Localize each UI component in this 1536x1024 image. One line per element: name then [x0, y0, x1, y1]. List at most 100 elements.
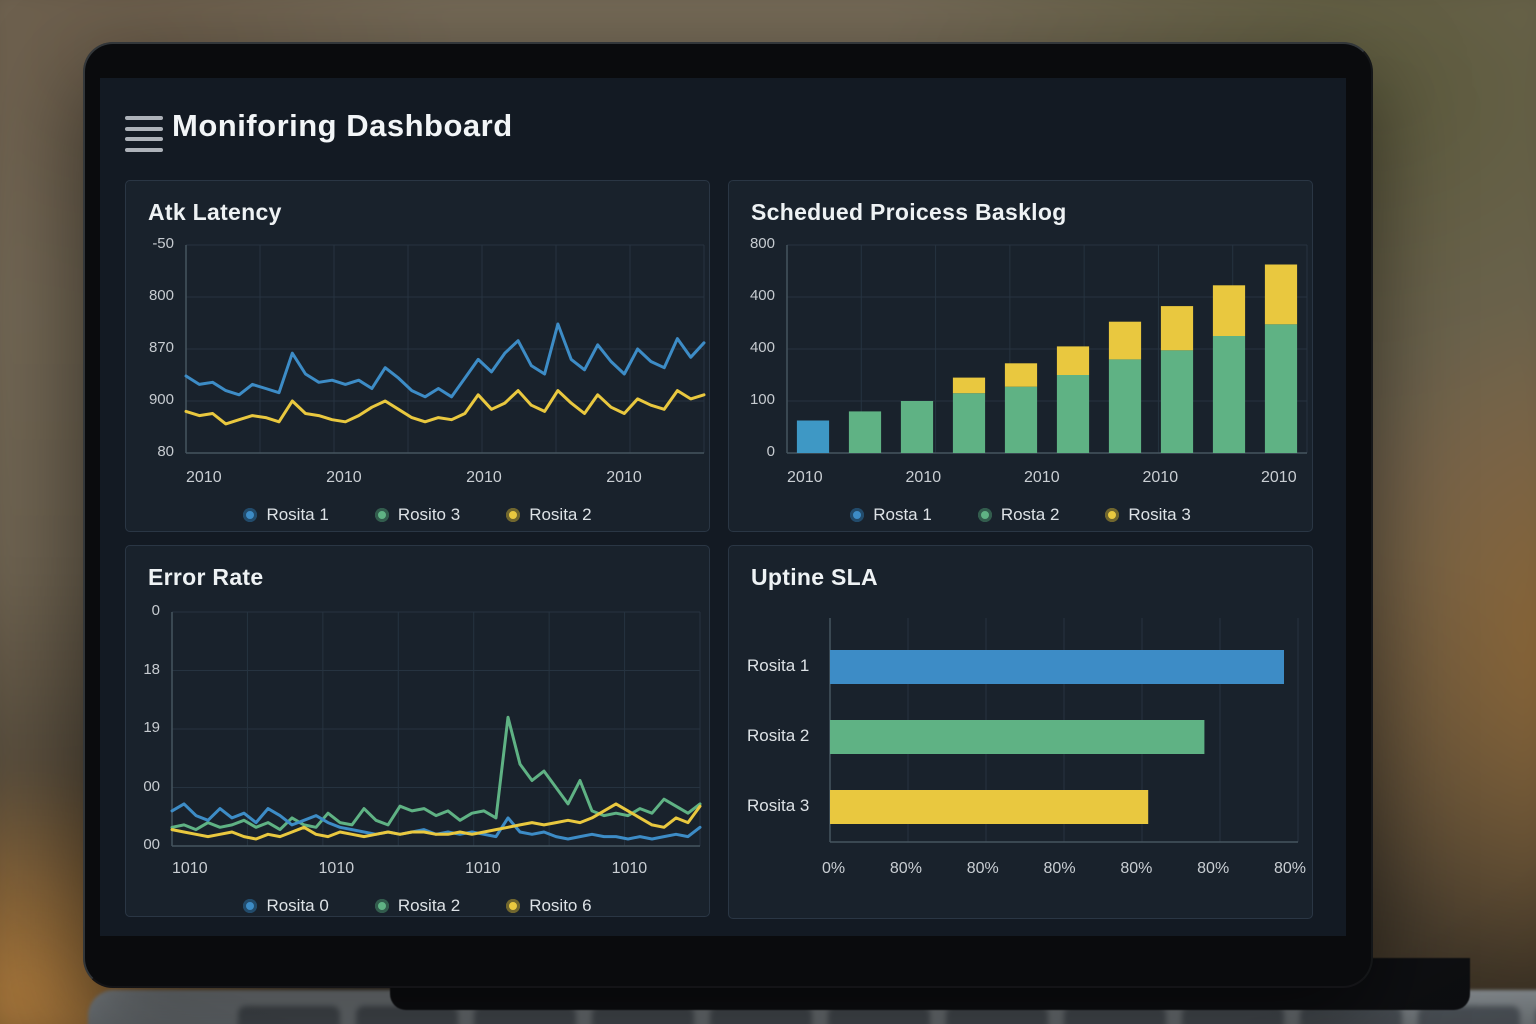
x-axis-ticks: 2010 2010 2010 2010 — [186, 469, 642, 487]
x-tick-label: 80% — [1273, 860, 1306, 877]
sla-plot — [829, 618, 1299, 843]
legend-label: Rosita 0 — [266, 896, 329, 915]
sla-bar-blue — [830, 650, 1284, 684]
x-tick-label: 2010 — [186, 469, 222, 486]
y-tick-label: 0 — [766, 443, 775, 460]
legend-label: Rosta 2 — [1000, 505, 1060, 524]
bar-segment-green — [1108, 359, 1142, 453]
y-tick-label: 00 — [143, 777, 160, 795]
blue-legend-dot — [243, 899, 258, 913]
bar-segment-yellow — [1160, 306, 1194, 351]
dashboard-menu-icon[interactable] — [125, 114, 163, 154]
bar-segment-yellow — [1264, 264, 1298, 325]
backlog-legend: Rosta 1 Rosta 2 Rosita 3 — [729, 505, 1312, 525]
series-line-green — [170, 715, 702, 832]
bar-segment-blue_bar — [796, 420, 830, 453]
bar-segment-green — [1056, 375, 1090, 453]
x-tick-label: 2010 — [905, 469, 942, 486]
x-tick-label: 80% — [1043, 860, 1076, 877]
y-tick-label: 870 — [148, 339, 174, 356]
uptime-sla-chart: Rosita 1 Rosita 2 Rosita 3 0% 80% 80% 80% 80% 80… — [729, 546, 1312, 918]
atk-latency-chart: -50 800 870 900 80 2010 2010 2010 2010 Rosita 1 Ro… — [126, 181, 709, 531]
x-tick-label: 1010 — [172, 860, 208, 877]
x-axis-ticks: 1010 1010 1010 1010 — [172, 860, 647, 878]
category-label: Rosita 2 — [747, 726, 810, 745]
yellow-legend-dot — [506, 508, 521, 522]
bar-segment-yellow — [952, 377, 986, 394]
legend-label: Rosita 2 — [529, 505, 592, 524]
x-tick-label: 80% — [966, 860, 999, 877]
panel-error-rate: Error Rate 0 18 19 00 00 1010 1010 1010 1010 Rosi… — [125, 545, 710, 917]
bar-segment-green — [1264, 324, 1298, 453]
y-tick-label: 0 — [151, 602, 160, 619]
sla-bar-yellow — [830, 790, 1149, 824]
latency-plot — [184, 244, 706, 454]
green-legend-dot — [374, 508, 389, 522]
x-tick-label: 2010 — [466, 469, 502, 486]
yellow-legend-dot — [1105, 508, 1120, 522]
bar-segment-yellow — [1212, 285, 1246, 336]
yellow-legend-dot — [506, 899, 521, 913]
y-tick-label: 400 — [749, 287, 775, 304]
latency-legend: Rosita 1 Rosito 3 Rosita 2 — [126, 505, 709, 525]
legend-label: Rosita 1 — [266, 505, 329, 524]
legend-item[interactable]: Rosita 0 — [243, 896, 329, 916]
y-tick-label: 19 — [143, 719, 160, 736]
y-tick-label: 00 — [143, 836, 160, 853]
x-tick-label: 80% — [1120, 860, 1153, 877]
y-tick-label: -50 — [152, 235, 174, 252]
category-label: Rosita 1 — [747, 656, 810, 675]
green-legend-dot — [374, 899, 389, 913]
y-tick-label: 18 — [143, 660, 160, 678]
panel-process-backlog: Schedued Proicess Basklog 800 400 400 100 0 2… — [728, 180, 1313, 532]
series-line-yellow — [170, 802, 702, 841]
x-tick-label: 1010 — [465, 860, 501, 877]
panel-uptime-sla: Uptine SLA Rosita 1 Rosita 2 Rosita 3 0% 80%… — [728, 545, 1313, 919]
legend-item[interactable]: Rosita 3 — [1105, 505, 1191, 525]
error-plot — [170, 611, 702, 847]
bar-segment-green — [848, 411, 882, 453]
laptop-screen: Moniforing Dashboard Atk Latency -50 800 8… — [100, 78, 1346, 936]
dashboard-header: Moniforing Dashboard — [100, 78, 1346, 178]
x-tick-label: 2010 — [1142, 469, 1179, 486]
legend-label: Rosta 1 — [873, 505, 932, 524]
y-tick-label: 100 — [749, 391, 775, 408]
y-tick-label: 900 — [148, 391, 174, 408]
legend-label: Rosito 3 — [397, 505, 461, 524]
y-tick-label: 400 — [749, 339, 775, 356]
legend-item[interactable]: Rosita 2 — [374, 896, 461, 916]
blue-legend-dot — [243, 508, 258, 522]
legend-item[interactable]: Rosito 3 — [374, 505, 461, 525]
x-tick-label: 2010 — [326, 469, 362, 486]
x-tick-label: 1010 — [611, 860, 648, 877]
legend-label: Rosita 3 — [1128, 505, 1191, 524]
legend-item[interactable]: Rosita 2 — [506, 505, 592, 525]
bar-segment-green — [952, 393, 986, 453]
category-label: Rosita 3 — [747, 796, 810, 815]
sla-bar-green — [830, 720, 1205, 754]
y-tick-label: 800 — [749, 235, 775, 252]
error-rate-chart: 0 18 19 00 00 1010 1010 1010 1010 Rosita 0 Rosita … — [126, 546, 709, 916]
legend-item[interactable]: Rosito 6 — [506, 896, 592, 916]
keyboard-key — [238, 1006, 340, 1024]
bar-segment-yellow — [1004, 363, 1038, 387]
legend-item[interactable]: Rosta 2 — [977, 505, 1060, 525]
legend-item[interactable]: Rosita 1 — [243, 505, 329, 525]
series-line-yellow — [184, 389, 706, 426]
blue-legend-dot — [850, 508, 865, 522]
x-tick-label: 1010 — [318, 860, 355, 877]
x-tick-label: 80% — [889, 860, 922, 877]
backlog-plot — [786, 244, 1308, 454]
x-axis-ticks: 2010 2010 2010 2010 2010 — [787, 469, 1297, 487]
bar-segment-yellow — [1108, 321, 1142, 360]
x-tick-label: 80% — [1197, 860, 1230, 877]
x-tick-label: 2010 — [1024, 469, 1060, 486]
green-legend-dot — [977, 508, 992, 522]
bar-segment-yellow — [1056, 346, 1090, 375]
legend-item[interactable]: Rosta 1 — [850, 505, 932, 525]
legend-label: Rosito 6 — [529, 896, 592, 915]
x-tick-label: 2010 — [606, 469, 642, 486]
legend-label: Rosita 2 — [397, 896, 461, 915]
x-tick-label: 2010 — [787, 469, 823, 486]
bar-segment-green — [900, 401, 934, 453]
